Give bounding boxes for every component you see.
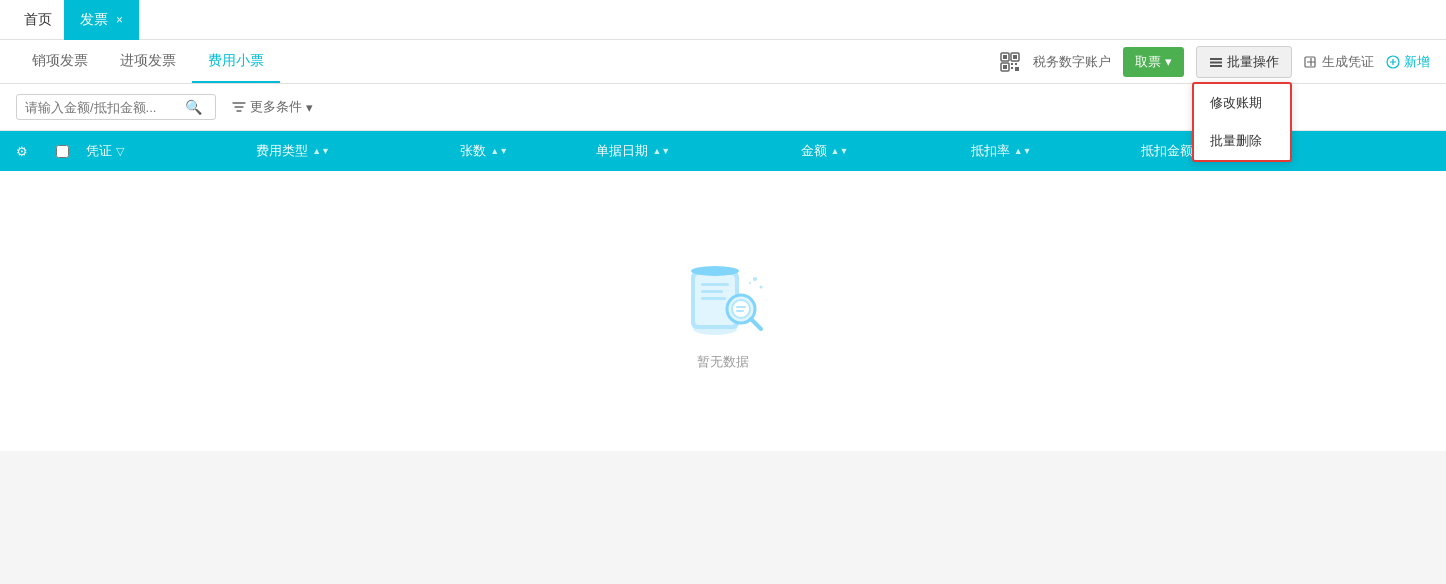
empty-state: 暂无数据: [0, 171, 1446, 451]
batch-dropdown-menu: 修改账期 批量删除: [1192, 82, 1292, 162]
svg-line-24: [751, 319, 761, 329]
amount-sort[interactable]: ▲▼: [831, 147, 849, 156]
invoice-tab-label: 发票: [80, 11, 108, 29]
qr-icon: [999, 51, 1021, 73]
svg-rect-9: [1015, 67, 1019, 71]
select-all-checkbox[interactable]: [56, 145, 69, 158]
batch-delete-item[interactable]: 批量删除: [1194, 122, 1290, 160]
svg-rect-26: [736, 310, 744, 312]
batch-operations-container: 批量操作 修改账期 批量删除: [1196, 46, 1292, 78]
batch-operations-btn[interactable]: 批量操作: [1196, 46, 1292, 78]
search-input[interactable]: [25, 100, 185, 115]
col-checkbox: [56, 145, 86, 158]
col-count-header: 张数 ▲▼: [460, 142, 596, 160]
svg-point-27: [753, 277, 757, 281]
col-settings: ⚙: [16, 144, 56, 159]
empty-text: 暂无数据: [697, 353, 749, 371]
invoice-tab[interactable]: 发票 ×: [64, 0, 139, 40]
svg-rect-3: [1013, 55, 1017, 59]
deduct-rate-sort[interactable]: ▲▼: [1014, 147, 1032, 156]
col-amount-header: 金额 ▲▼: [801, 142, 971, 160]
date-sort[interactable]: ▲▼: [652, 147, 670, 156]
add-btn[interactable]: 新增: [1386, 53, 1430, 71]
col-voucher-header: 凭证 ▽: [86, 142, 256, 160]
modify-period-item[interactable]: 修改账期: [1194, 84, 1290, 122]
col-expense-type-header: 费用类型 ▲▼: [256, 142, 460, 160]
col-date-header: 单据日期 ▲▼: [596, 142, 800, 160]
generate-voucher-btn[interactable]: 生成凭证: [1304, 53, 1374, 71]
add-icon: [1386, 55, 1400, 69]
svg-rect-8: [1011, 67, 1013, 69]
svg-rect-11: [1210, 61, 1222, 63]
svg-point-28: [760, 286, 763, 289]
svg-rect-12: [1210, 65, 1222, 67]
svg-rect-1: [1003, 55, 1007, 59]
tab-sales[interactable]: 销项发票: [16, 40, 104, 83]
svg-rect-20: [701, 297, 726, 300]
svg-point-23: [732, 300, 750, 318]
sub-tabs-left: 销项发票 进项发票 费用小票: [16, 40, 280, 83]
take-ticket-btn[interactable]: 取票 ▾: [1123, 47, 1184, 77]
svg-point-29: [749, 282, 751, 284]
svg-rect-5: [1003, 65, 1007, 69]
svg-rect-19: [701, 290, 723, 293]
tab-expense[interactable]: 费用小票: [192, 40, 280, 83]
batch-icon: [1209, 55, 1223, 69]
col-deduct-rate-header: 抵扣率 ▲▼: [971, 142, 1141, 160]
more-conditions-btn[interactable]: 更多条件 ▾: [232, 98, 313, 116]
expense-type-sort[interactable]: ▲▼: [312, 147, 330, 156]
svg-point-21: [691, 266, 739, 276]
top-nav: 首页 发票 ×: [0, 0, 1446, 40]
tax-digital-account-btn[interactable]: 税务数字账户: [1033, 53, 1111, 71]
settings-icon[interactable]: ⚙: [16, 144, 28, 159]
tab-purchase[interactable]: 进项发票: [104, 40, 192, 83]
home-tab[interactable]: 首页: [12, 11, 64, 29]
generate-icon: [1304, 55, 1318, 69]
sub-tabs-right: 税务数字账户 取票 ▾ 批量操作 修改账期 批量删除: [999, 46, 1430, 78]
count-sort[interactable]: ▲▼: [490, 147, 508, 156]
svg-rect-25: [736, 306, 746, 308]
sub-tabs-bar: 销项发票 进项发票 费用小票 税务数字账户 取: [0, 40, 1446, 84]
search-icon[interactable]: 🔍: [185, 99, 202, 115]
empty-illustration: [673, 251, 773, 341]
svg-rect-6: [1011, 63, 1013, 65]
filter-icon: [232, 100, 246, 114]
svg-rect-10: [1210, 58, 1222, 60]
search-box[interactable]: 🔍: [16, 94, 216, 120]
invoice-tab-close[interactable]: ×: [116, 13, 123, 27]
svg-rect-7: [1015, 63, 1017, 65]
svg-rect-18: [701, 283, 729, 286]
voucher-filter-icon[interactable]: ▽: [116, 145, 124, 158]
qr-icon-button[interactable]: [999, 51, 1021, 73]
